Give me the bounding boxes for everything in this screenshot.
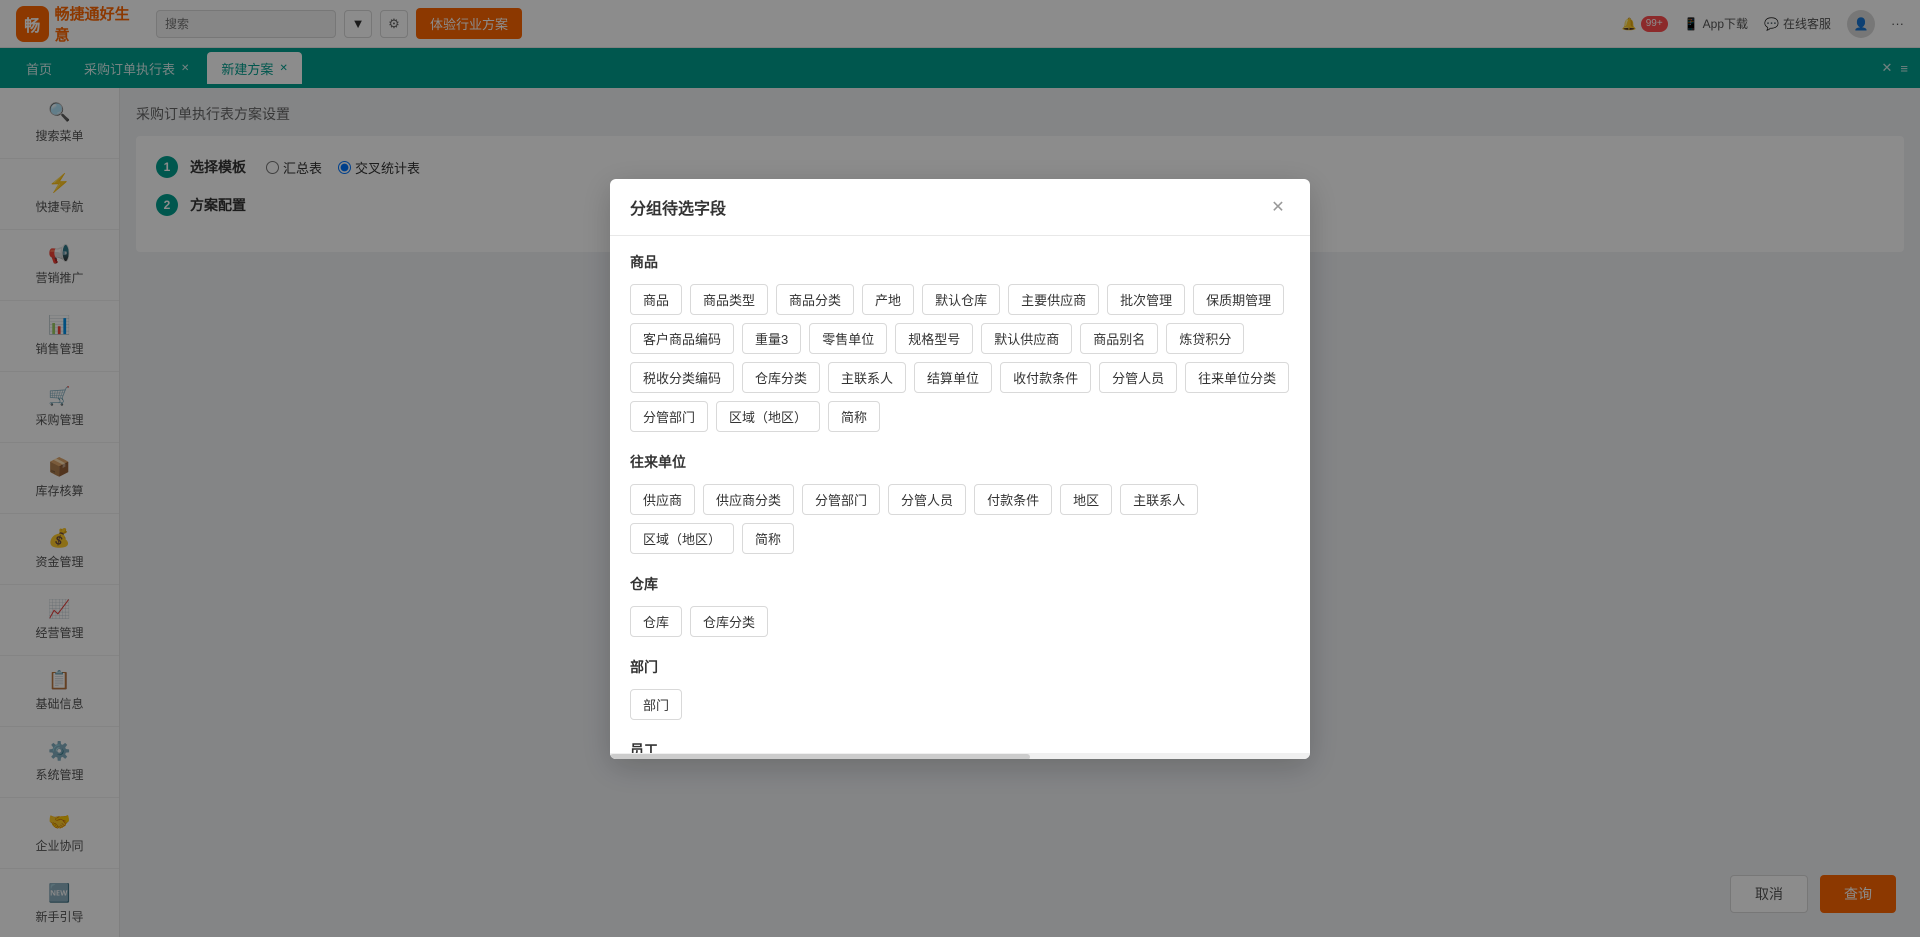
section-employee: 员工 业务员 [630, 740, 1290, 754]
field-tag[interactable]: 客户商品编码 [630, 323, 734, 354]
warehouse-fields: 仓库 仓库分类 [630, 606, 1290, 637]
modal-title: 分组待选字段 [630, 195, 726, 219]
product-fields: 商品 商品类型 商品分类 产地 默认仓库 主要供应商 批次管理 保质期管理 客户… [630, 284, 1290, 432]
field-tag[interactable]: 分管人员 [888, 484, 966, 515]
field-tag[interactable]: 商品类型 [690, 284, 768, 315]
field-tag[interactable]: 炼贷积分 [1166, 323, 1244, 354]
field-tag[interactable]: 付款条件 [974, 484, 1052, 515]
field-tag[interactable]: 供应商分类 [703, 484, 794, 515]
field-tag[interactable]: 产地 [862, 284, 914, 315]
field-tag[interactable]: 供应商 [630, 484, 695, 515]
field-tag[interactable]: 简称 [828, 401, 880, 432]
section-employee-title: 员工 [630, 740, 1290, 754]
modal-horizontal-scrollbar[interactable] [610, 753, 1310, 759]
field-tag[interactable]: 重量3 [742, 323, 801, 354]
field-tag[interactable]: 地区 [1060, 484, 1112, 515]
field-tag[interactable]: 分管部门 [802, 484, 880, 515]
field-tag[interactable]: 批次管理 [1107, 284, 1185, 315]
field-tag[interactable]: 区域（地区） [630, 523, 734, 554]
modal-overlay: 分组待选字段 ✕ 商品 商品 商品类型 商品分类 产地 默认仓库 主要供应商 批… [0, 0, 1920, 937]
section-warehouse: 仓库 仓库 仓库分类 [630, 574, 1290, 637]
field-tag[interactable]: 结算单位 [914, 362, 992, 393]
field-tag[interactable]: 税收分类编码 [630, 362, 734, 393]
section-product: 商品 商品 商品类型 商品分类 产地 默认仓库 主要供应商 批次管理 保质期管理… [630, 252, 1290, 432]
field-tag[interactable]: 区域（地区） [716, 401, 820, 432]
field-tag[interactable]: 默认供应商 [981, 323, 1072, 354]
field-tag[interactable]: 商品 [630, 284, 682, 315]
field-tag[interactable]: 仓库分类 [742, 362, 820, 393]
field-selector-modal: 分组待选字段 ✕ 商品 商品 商品类型 商品分类 产地 默认仓库 主要供应商 批… [610, 179, 1310, 759]
field-tag[interactable]: 默认仓库 [922, 284, 1000, 315]
modal-scrollbar-thumb [610, 754, 1030, 759]
field-tag[interactable]: 往来单位分类 [1185, 362, 1289, 393]
field-tag[interactable]: 分管部门 [630, 401, 708, 432]
dept-fields: 部门 [630, 689, 1290, 720]
field-tag[interactable]: 零售单位 [809, 323, 887, 354]
section-product-title: 商品 [630, 252, 1290, 272]
field-tag[interactable]: 部门 [630, 689, 682, 720]
field-tag[interactable]: 收付款条件 [1000, 362, 1091, 393]
field-tag[interactable]: 规格型号 [895, 323, 973, 354]
modal-header: 分组待选字段 ✕ [610, 179, 1310, 236]
field-tag[interactable]: 保质期管理 [1193, 284, 1284, 315]
modal-close-button[interactable]: ✕ [1266, 195, 1290, 219]
field-tag[interactable]: 商品分类 [776, 284, 854, 315]
section-dept: 部门 部门 [630, 657, 1290, 720]
field-tag[interactable]: 商品别名 [1080, 323, 1158, 354]
field-tag[interactable]: 主联系人 [1120, 484, 1198, 515]
field-tag[interactable]: 仓库 [630, 606, 682, 637]
field-tag[interactable]: 简称 [742, 523, 794, 554]
section-warehouse-title: 仓库 [630, 574, 1290, 594]
field-tag[interactable]: 主联系人 [828, 362, 906, 393]
section-partner: 往来单位 供应商 供应商分类 分管部门 分管人员 付款条件 地区 主联系人 区域… [630, 452, 1290, 554]
field-tag[interactable]: 分管人员 [1099, 362, 1177, 393]
section-partner-title: 往来单位 [630, 452, 1290, 472]
section-dept-title: 部门 [630, 657, 1290, 677]
modal-body: 商品 商品 商品类型 商品分类 产地 默认仓库 主要供应商 批次管理 保质期管理… [610, 236, 1310, 754]
field-tag[interactable]: 仓库分类 [690, 606, 768, 637]
partner-fields: 供应商 供应商分类 分管部门 分管人员 付款条件 地区 主联系人 区域（地区） … [630, 484, 1290, 554]
field-tag[interactable]: 主要供应商 [1008, 284, 1099, 315]
